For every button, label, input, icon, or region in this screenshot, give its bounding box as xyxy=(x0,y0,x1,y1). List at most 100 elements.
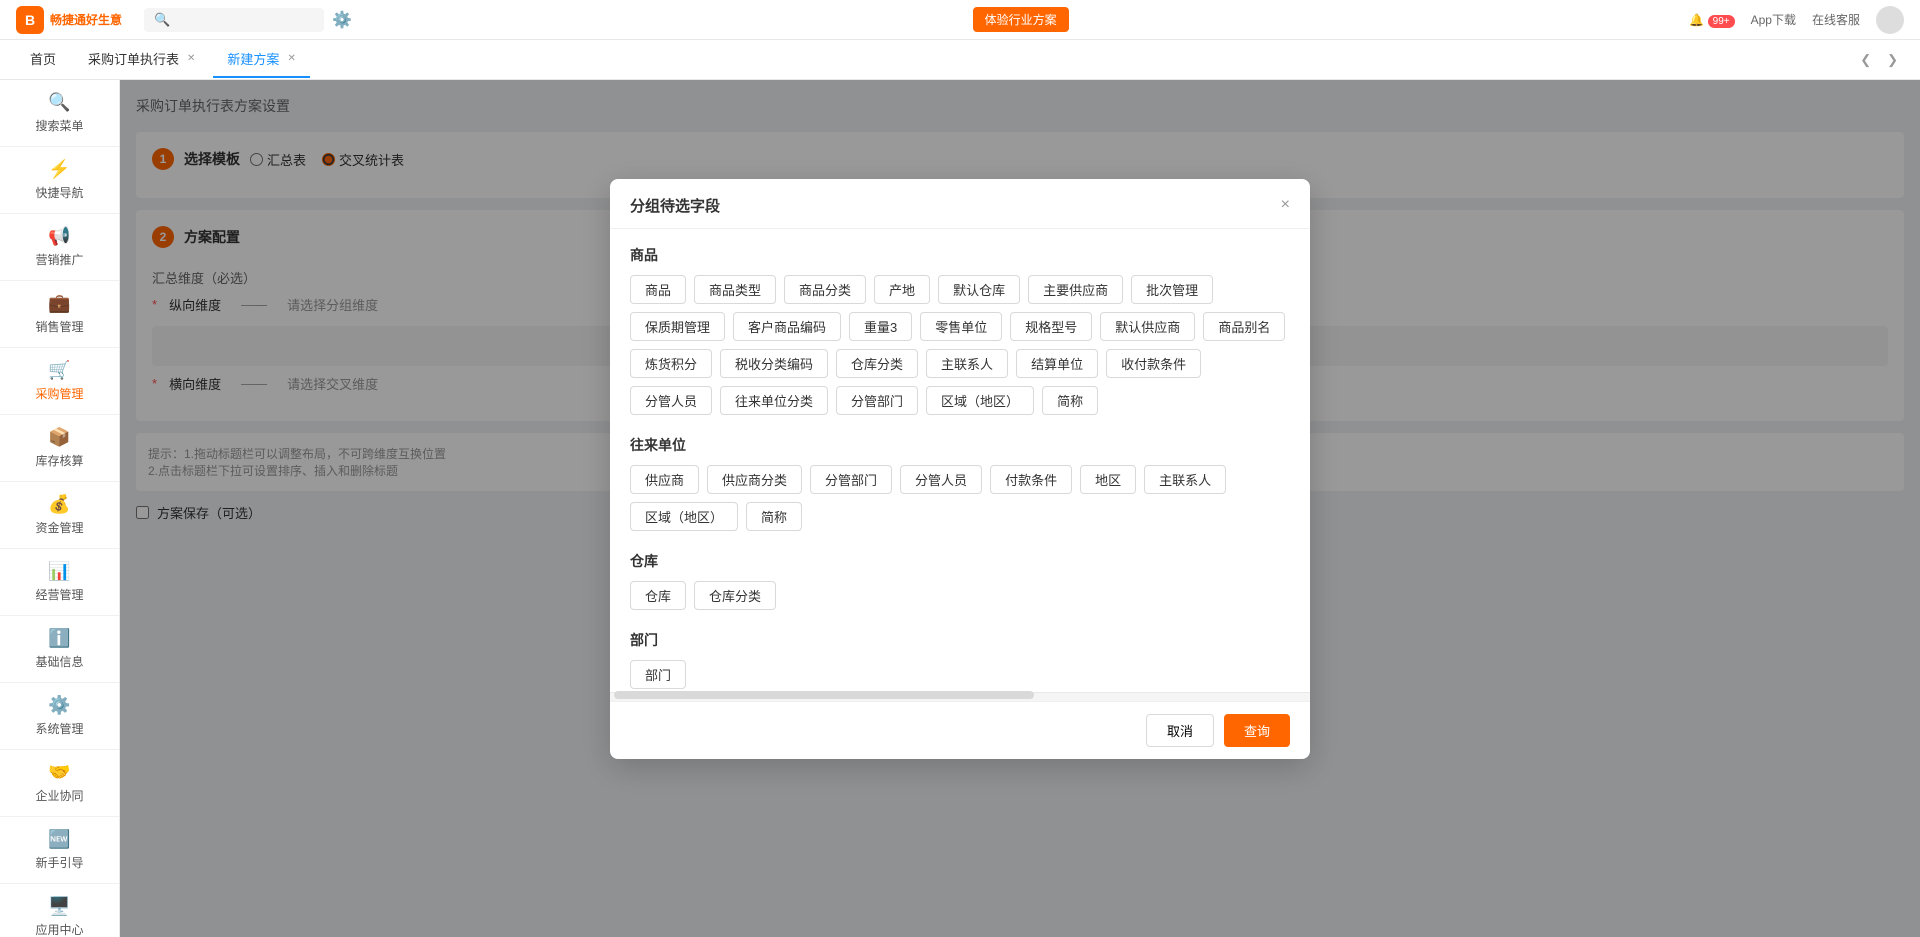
baseinfo-icon: ℹ️ xyxy=(48,628,70,649)
field-tag[interactable]: 分管人员 xyxy=(900,465,982,494)
sidebar-item-sales[interactable]: 💼 销售管理 xyxy=(0,281,119,348)
sidebar-item-operations-label: 经营管理 xyxy=(35,586,83,603)
modal-title: 分组待选字段 xyxy=(630,195,720,216)
experience-button[interactable]: 体验行业方案 xyxy=(973,7,1069,32)
field-tag[interactable]: 分管部门 xyxy=(810,465,892,494)
field-tag[interactable]: 付款条件 xyxy=(990,465,1072,494)
appcenter-icon: 🖥️ xyxy=(48,896,70,917)
notification-badge: 99+ xyxy=(1708,15,1735,28)
online-service-link[interactable]: 在线客服 xyxy=(1812,11,1860,28)
notification-area[interactable]: 🔔 99+ xyxy=(1689,13,1734,27)
sidebar-item-collab[interactable]: 🤝 企业协同 xyxy=(0,750,119,817)
field-tag[interactable]: 客户商品编码 xyxy=(733,312,841,341)
field-tag[interactable]: 地区 xyxy=(1080,465,1136,494)
collab-icon: 🤝 xyxy=(48,762,70,783)
modal-cancel-button[interactable]: 取消 xyxy=(1146,714,1214,747)
sidebar-item-purchase[interactable]: 🛒 采购管理 xyxy=(0,348,119,415)
section-department: 部门 部门 xyxy=(630,630,1290,689)
field-tag[interactable]: 商品类型 xyxy=(694,275,776,304)
sidebar-item-inventory-label: 库存核算 xyxy=(35,452,83,469)
field-tag[interactable]: 收付款条件 xyxy=(1106,349,1201,378)
sidebar-item-sales-label: 销售管理 xyxy=(35,318,83,335)
search-icon: 🔍 xyxy=(154,12,170,28)
user-avatar[interactable] xyxy=(1876,6,1904,34)
sidebar-item-inventory[interactable]: 📦 库存核算 xyxy=(0,415,119,482)
field-tag[interactable]: 商品别名 xyxy=(1203,312,1285,341)
sidebar-item-search[interactable]: 🔍 搜索菜单 xyxy=(0,80,119,147)
sidebar-item-finance[interactable]: 💰 资金管理 xyxy=(0,482,119,549)
field-tag[interactable]: 商品分类 xyxy=(784,275,866,304)
modal-close-button[interactable]: × xyxy=(1281,196,1290,214)
modal-confirm-button[interactable]: 查询 xyxy=(1224,714,1290,747)
field-tag[interactable]: 分管人员 xyxy=(630,386,712,415)
tab-scroll-right[interactable]: ❯ xyxy=(1881,52,1904,68)
field-tag[interactable]: 规格型号 xyxy=(1010,312,1092,341)
sidebar-item-purchase-label: 采购管理 xyxy=(35,385,83,402)
modal-horizontal-scrollbar[interactable] xyxy=(610,692,1310,700)
field-tag[interactable]: 区域（地区） xyxy=(630,502,738,531)
field-tag[interactable]: 保质期管理 xyxy=(630,312,725,341)
field-tag[interactable]: 区域（地区） xyxy=(926,386,1034,415)
search-menu-icon: 🔍 xyxy=(48,92,70,113)
field-tag[interactable]: 炼货积分 xyxy=(630,349,712,378)
field-selection-modal: 分组待选字段 × 商品 商品 商品类型 商品分类 产地 默认仓库 主要供应商 批… xyxy=(610,179,1310,759)
field-tag[interactable]: 结算单位 xyxy=(1016,349,1098,378)
modal-header: 分组待选字段 × xyxy=(610,179,1310,229)
search-bar[interactable]: 🔍 xyxy=(144,8,324,32)
field-tag[interactable]: 重量3 xyxy=(849,312,912,341)
section-warehouse: 仓库 仓库 仓库分类 xyxy=(630,551,1290,610)
field-tag[interactable]: 主要供应商 xyxy=(1028,275,1123,304)
sidebar-item-marketing[interactable]: 📢 营销推广 xyxy=(0,214,119,281)
field-tag[interactable]: 仓库分类 xyxy=(836,349,918,378)
section-partner-title: 往来单位 xyxy=(630,435,1290,455)
field-tag[interactable]: 分管部门 xyxy=(836,386,918,415)
field-tag[interactable]: 默认供应商 xyxy=(1100,312,1195,341)
field-tag[interactable]: 主联系人 xyxy=(926,349,1008,378)
sidebar-item-appcenter[interactable]: 🖥️ 应用中心 xyxy=(0,884,119,937)
tab-new-plan[interactable]: 新建方案 ✕ xyxy=(213,41,309,78)
tab-scroll-left[interactable]: ❮ xyxy=(1854,52,1877,68)
sidebar-item-operations[interactable]: 📊 经营管理 xyxy=(0,549,119,616)
field-tag[interactable]: 仓库 xyxy=(630,581,686,610)
sidebar-item-baseinfo-label: 基础信息 xyxy=(35,653,83,670)
field-tag[interactable]: 部门 xyxy=(630,660,686,689)
sidebar-item-newguide-label: 新手引导 xyxy=(35,854,83,871)
field-tag[interactable]: 默认仓库 xyxy=(938,275,1020,304)
field-tag[interactable]: 税收分类编码 xyxy=(720,349,828,378)
logo-area: B 畅捷通好生意 xyxy=(16,6,136,34)
quicknav-icon: ⚡ xyxy=(48,159,70,180)
field-tag[interactable]: 产地 xyxy=(874,275,930,304)
modal-body: 商品 商品 商品类型 商品分类 产地 默认仓库 主要供应商 批次管理 保质期管理… xyxy=(610,229,1310,693)
field-tag[interactable]: 零售单位 xyxy=(920,312,1002,341)
tab-purchase-exec[interactable]: 采购订单执行表 ✕ xyxy=(74,41,209,78)
field-tag[interactable]: 简称 xyxy=(1042,386,1098,415)
field-tag[interactable]: 主联系人 xyxy=(1144,465,1226,494)
sidebar-item-system-label: 系统管理 xyxy=(35,720,83,737)
field-tag[interactable]: 供应商分类 xyxy=(707,465,802,494)
field-tag[interactable]: 供应商 xyxy=(630,465,699,494)
field-tag[interactable]: 批次管理 xyxy=(1131,275,1213,304)
sidebar-item-baseinfo[interactable]: ℹ️ 基础信息 xyxy=(0,616,119,683)
field-tag[interactable]: 简称 xyxy=(746,502,802,531)
field-tag[interactable]: 商品 xyxy=(630,275,686,304)
section-partner: 往来单位 供应商 供应商分类 分管部门 分管人员 付款条件 地区 主联系人 区域… xyxy=(630,435,1290,531)
sidebar-item-search-label: 搜索菜单 xyxy=(35,117,83,134)
search-input[interactable] xyxy=(176,13,296,27)
field-tag[interactable]: 往来单位分类 xyxy=(720,386,828,415)
tab-home[interactable]: 首页 xyxy=(16,41,70,78)
sales-icon: 💼 xyxy=(48,293,70,314)
field-tag[interactable]: 仓库分类 xyxy=(694,581,776,610)
settings-icon[interactable]: ⚙️ xyxy=(332,10,352,30)
app-download-link[interactable]: App下载 xyxy=(1751,11,1796,28)
sidebar-item-system[interactable]: ⚙️ 系统管理 xyxy=(0,683,119,750)
tab-new-plan-close[interactable]: ✕ xyxy=(287,53,295,64)
section-warehouse-title: 仓库 xyxy=(630,551,1290,571)
logo-icon: B xyxy=(16,6,44,34)
modal-hscroll-thumb xyxy=(614,691,1034,699)
sidebar-item-newguide[interactable]: 🆕 新手引导 xyxy=(0,817,119,884)
tab-purchase-exec-close[interactable]: ✕ xyxy=(187,53,195,64)
sidebar-item-quicknav[interactable]: ⚡ 快捷导航 xyxy=(0,147,119,214)
purchase-icon: 🛒 xyxy=(48,360,70,381)
tab-purchase-exec-label: 采购订单执行表 xyxy=(88,49,179,68)
sidebar-item-appcenter-label: 应用中心 xyxy=(35,921,83,937)
